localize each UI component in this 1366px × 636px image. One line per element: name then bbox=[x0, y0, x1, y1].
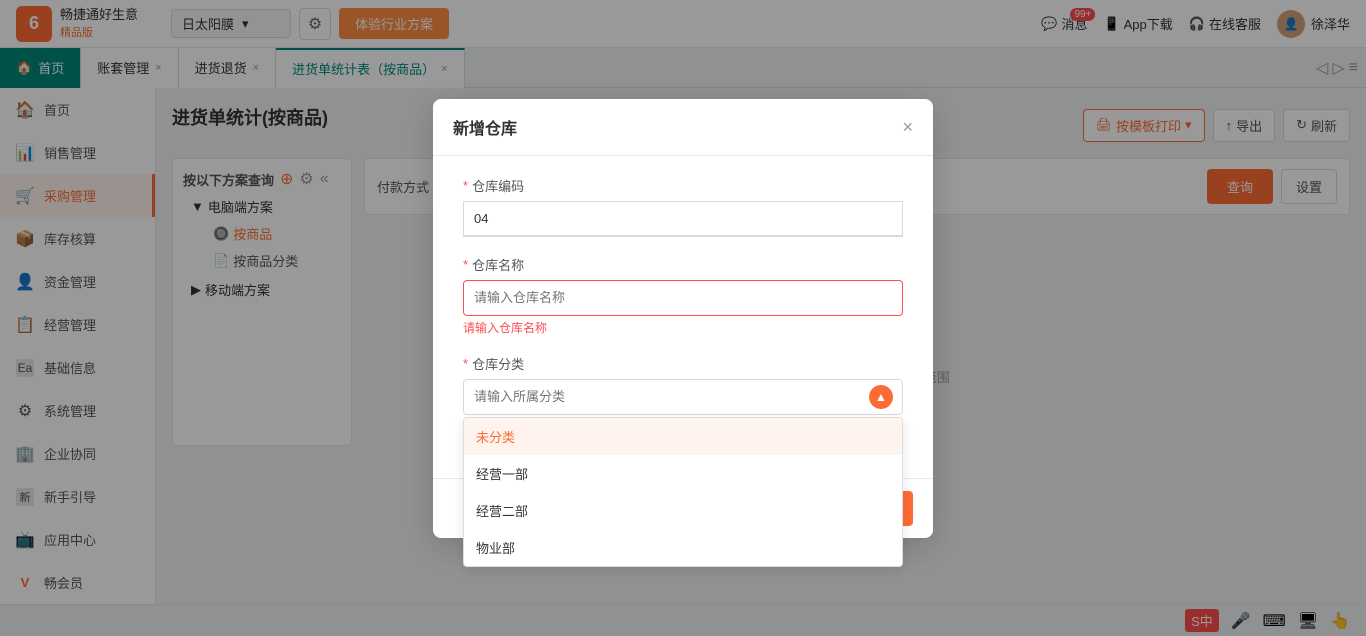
dropdown-item-ops1[interactable]: 经营一部 bbox=[464, 455, 902, 492]
warehouse-code-input[interactable] bbox=[463, 201, 903, 237]
modal-header: 新增仓库 × bbox=[433, 99, 933, 156]
warehouse-code-field: * 仓库编码 bbox=[463, 176, 903, 237]
warehouse-category-input[interactable] bbox=[463, 379, 903, 415]
warehouse-code-label: * 仓库编码 bbox=[463, 176, 903, 195]
warehouse-category-label: * 仓库分类 bbox=[463, 354, 903, 373]
modal-close-button[interactable]: × bbox=[902, 118, 913, 136]
modal-new-warehouse: 新增仓库 × * 仓库编码 * 仓库名称 请输入仓库名称 bbox=[433, 99, 933, 538]
warehouse-name-field: * 仓库名称 请输入仓库名称 bbox=[463, 255, 903, 336]
dropdown-item-property[interactable]: 物业部 bbox=[464, 529, 902, 566]
warehouse-name-error: 请输入仓库名称 bbox=[463, 319, 903, 336]
modal-title: 新增仓库 bbox=[453, 115, 517, 139]
warehouse-category-dropdown: 未分类 经营一部 经营二部 物业部 bbox=[463, 417, 903, 567]
warehouse-name-label: * 仓库名称 bbox=[463, 255, 903, 274]
warehouse-category-select-wrapper: ▲ 未分类 经营一部 经营二部 物业部 bbox=[463, 379, 903, 415]
modal-body: * 仓库编码 * 仓库名称 请输入仓库名称 * 仓库分类 bbox=[433, 156, 933, 478]
warehouse-category-field: * 仓库分类 ▲ 未分类 经营一部 经营二部 物业部 bbox=[463, 354, 903, 415]
dropdown-item-uncategorized[interactable]: 未分类 bbox=[464, 418, 902, 455]
warehouse-name-input[interactable] bbox=[463, 280, 903, 316]
warehouse-category-arrow-icon[interactable]: ▲ bbox=[869, 385, 893, 409]
modal-overlay[interactable]: 新增仓库 × * 仓库编码 * 仓库名称 请输入仓库名称 bbox=[0, 0, 1366, 636]
dropdown-item-ops2[interactable]: 经营二部 bbox=[464, 492, 902, 529]
